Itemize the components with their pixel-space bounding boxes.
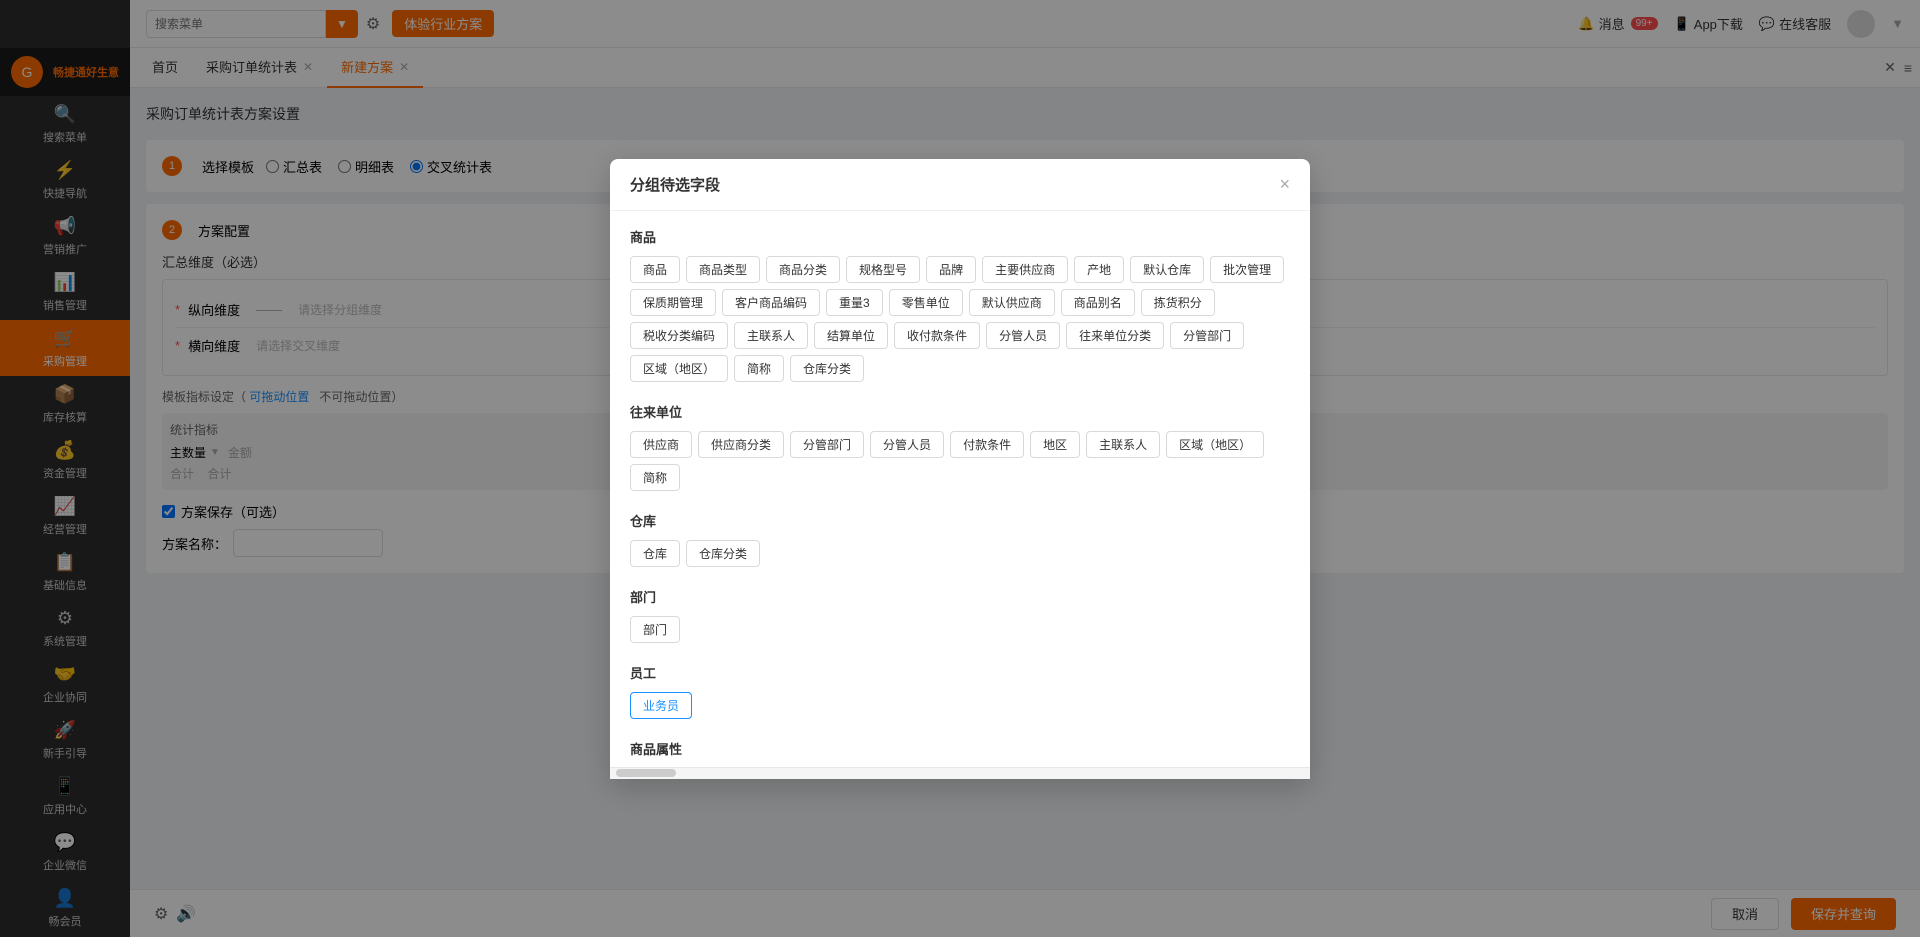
section-warehouse-title: 仓库	[630, 511, 1290, 530]
tag-batch-mgmt[interactable]: 批次管理	[1210, 256, 1284, 283]
warehouse-tags: 仓库 仓库分类	[630, 540, 1290, 567]
tag-customer-code[interactable]: 客户商品编码	[722, 289, 820, 316]
tag-area[interactable]: 地区	[1030, 431, 1080, 458]
employee-tags: 业务员	[630, 692, 1290, 719]
tag-warehouse[interactable]: 仓库	[630, 540, 680, 567]
tag-region-partner[interactable]: 区域（地区）	[1166, 431, 1264, 458]
dialog-body: 商品 商品 商品类型 商品分类 规格型号 品牌 主要供应商 产地 默认仓库 批次…	[610, 211, 1310, 767]
partner-tags: 供应商 供应商分类 分管部门 分管人员 付款条件 地区 主联系人 区域（地区） …	[630, 431, 1290, 491]
tag-main-supplier[interactable]: 主要供应商	[982, 256, 1068, 283]
tag-dept[interactable]: 部门	[630, 616, 680, 643]
tag-contact-partner[interactable]: 主联系人	[1086, 431, 1160, 458]
tag-settlement-unit[interactable]: 结算单位	[814, 322, 888, 349]
tag-payment-terms[interactable]: 收付款条件	[894, 322, 980, 349]
section-dept: 部门 部门	[630, 587, 1290, 643]
tag-warehouse-cat[interactable]: 仓库分类	[686, 540, 760, 567]
tag-product-category[interactable]: 商品分类	[766, 256, 840, 283]
dialog-scroll-track[interactable]	[610, 767, 1310, 779]
tag-main-contact[interactable]: 主联系人	[734, 322, 808, 349]
tag-responsible-person[interactable]: 分管人员	[986, 322, 1060, 349]
section-product: 商品 商品 商品类型 商品分类 规格型号 品牌 主要供应商 产地 默认仓库 批次…	[630, 227, 1290, 382]
tag-spec-model[interactable]: 规格型号	[846, 256, 920, 283]
section-partner: 往来单位 供应商 供应商分类 分管部门 分管人员 付款条件 地区 主联系人 区域…	[630, 402, 1290, 491]
section-warehouse: 仓库 仓库 仓库分类	[630, 511, 1290, 567]
tag-dept-partner[interactable]: 分管部门	[790, 431, 864, 458]
tag-tax-code[interactable]: 税收分类编码	[630, 322, 728, 349]
dialog-scroll-thumb	[616, 769, 676, 777]
section-partner-title: 往来单位	[630, 402, 1290, 421]
tag-default-supplier[interactable]: 默认供应商	[969, 289, 1055, 316]
tag-abbr-partner[interactable]: 简称	[630, 464, 680, 491]
dept-tags: 部门	[630, 616, 1290, 643]
tag-shelf-life[interactable]: 保质期管理	[630, 289, 716, 316]
section-product-attr-title: 商品属性	[630, 739, 1290, 758]
section-product-title: 商品	[630, 227, 1290, 246]
tag-warehouse-category[interactable]: 仓库分类	[790, 355, 864, 382]
dialog-header: 分组待选字段 ×	[610, 159, 1310, 211]
tag-product[interactable]: 商品	[630, 256, 680, 283]
tag-salesperson[interactable]: 业务员	[630, 692, 692, 719]
tag-supplier[interactable]: 供应商	[630, 431, 692, 458]
tag-product-alias[interactable]: 商品别名	[1061, 289, 1135, 316]
tag-responsible-dept[interactable]: 分管部门	[1170, 322, 1244, 349]
section-employee: 员工 业务员	[630, 663, 1290, 719]
tag-person-partner[interactable]: 分管人员	[870, 431, 944, 458]
tag-origin[interactable]: 产地	[1074, 256, 1124, 283]
product-tags: 商品 商品类型 商品分类 规格型号 品牌 主要供应商 产地 默认仓库 批次管理 …	[630, 256, 1290, 382]
dialog-title: 分组待选字段	[630, 174, 720, 195]
tag-retail-unit[interactable]: 零售单位	[889, 289, 963, 316]
tag-brand[interactable]: 品牌	[926, 256, 976, 283]
tag-default-warehouse[interactable]: 默认仓库	[1130, 256, 1204, 283]
tag-region-product[interactable]: 区域（地区）	[630, 355, 728, 382]
dialog: 分组待选字段 × 商品 商品 商品类型 商品分类 规格型号 品牌 主要供应商 产…	[610, 159, 1310, 779]
section-product-attr: 商品属性 属性 颜色 多规格 尺码 鞋码 1	[630, 739, 1290, 767]
tag-partner-category[interactable]: 往来单位分类	[1066, 322, 1164, 349]
section-employee-title: 员工	[630, 663, 1290, 682]
tag-product-type[interactable]: 商品类型	[686, 256, 760, 283]
tag-weight3[interactable]: 重量3	[826, 289, 883, 316]
dialog-close-button[interactable]: ×	[1279, 174, 1290, 195]
tag-pick-points[interactable]: 拣货积分	[1141, 289, 1215, 316]
tag-abbr-product[interactable]: 简称	[734, 355, 784, 382]
tag-payment-cond[interactable]: 付款条件	[950, 431, 1024, 458]
tag-supplier-category[interactable]: 供应商分类	[698, 431, 784, 458]
section-dept-title: 部门	[630, 587, 1290, 606]
